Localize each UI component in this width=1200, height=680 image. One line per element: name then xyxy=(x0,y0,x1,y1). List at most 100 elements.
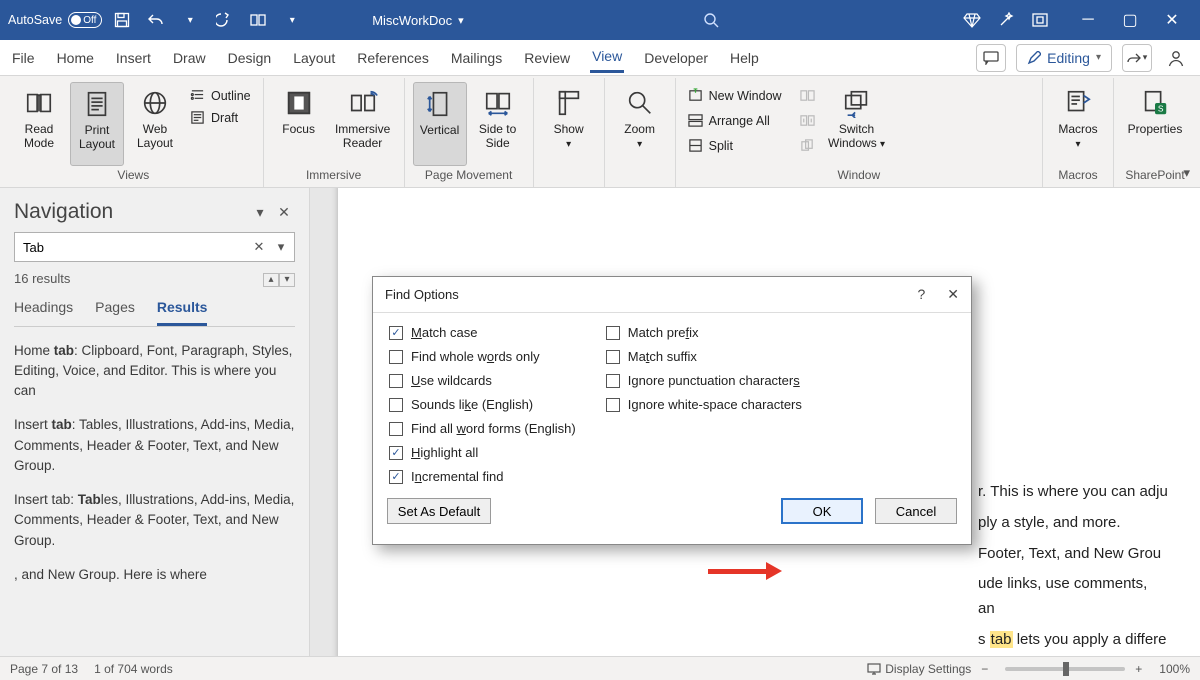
checkbox-label: Highlight all xyxy=(411,445,478,460)
search-box[interactable] xyxy=(541,7,881,33)
tab-developer[interactable]: Developer xyxy=(642,44,710,72)
share-button[interactable]: ▾ xyxy=(1122,44,1152,72)
checkbox-option[interactable]: Match suffix xyxy=(606,349,802,364)
checkbox-option[interactable]: ✓Incremental find xyxy=(389,469,576,484)
list-item[interactable]: Insert tab: Tables, Illustrations, Add-i… xyxy=(14,490,295,551)
minimize-icon[interactable]: ─ xyxy=(1068,6,1108,34)
find-options-dialog: Find Options ? ✕ ✓Match caseFind whole w… xyxy=(372,276,972,545)
dialog-help-icon[interactable]: ? xyxy=(917,286,925,303)
zoom-slider[interactable] xyxy=(1005,667,1125,671)
macros-button[interactable]: Macros▾ xyxy=(1051,82,1105,166)
checkbox-option[interactable]: Match prefix xyxy=(606,325,802,340)
collapse-ribbon-icon[interactable]: ▾ xyxy=(1183,165,1190,181)
nav-tab-results[interactable]: Results xyxy=(157,295,208,326)
focus-button[interactable]: Focus xyxy=(272,82,326,166)
side-to-side-button[interactable]: Side to Side xyxy=(471,82,525,166)
status-words[interactable]: 1 of 704 words xyxy=(94,662,173,676)
switch-windows-button[interactable]: Switch Windows ▾ xyxy=(823,82,891,166)
app-icon[interactable] xyxy=(1026,6,1054,34)
close-icon[interactable]: ✕ xyxy=(1152,6,1192,34)
document-title[interactable]: MiscWorkDoc ▾ xyxy=(372,13,463,28)
checkbox-option[interactable]: Find whole words only xyxy=(389,349,576,364)
draft-button[interactable]: Draft xyxy=(186,108,255,127)
split-button[interactable]: Split xyxy=(684,136,786,155)
nav-results-list: Home tab: Clipboard, Font, Paragraph, St… xyxy=(14,335,295,586)
nav-close-icon[interactable]: ✕ xyxy=(273,201,295,223)
result-count: 16 results xyxy=(14,271,70,286)
next-result-icon[interactable]: ▾ xyxy=(279,273,295,287)
show-button[interactable]: Show▾ xyxy=(542,82,596,166)
tab-references[interactable]: References xyxy=(355,44,431,72)
tab-view[interactable]: View xyxy=(590,42,624,73)
nav-tabs: Headings Pages Results xyxy=(14,295,295,327)
zoom-level[interactable]: 100% xyxy=(1159,662,1190,676)
account-icon[interactable] xyxy=(1162,44,1190,72)
arrange-all-button[interactable]: Arrange All xyxy=(684,111,786,130)
checkbox-option[interactable]: ✓Match case xyxy=(389,325,576,340)
search-dropdown-icon[interactable]: ▾ xyxy=(271,236,291,258)
redo-icon[interactable] xyxy=(210,6,238,34)
nav-search: ✕ ▾ xyxy=(14,232,295,262)
qat-icon[interactable] xyxy=(244,6,272,34)
checkbox-icon xyxy=(606,374,620,388)
nav-tab-pages[interactable]: Pages xyxy=(95,295,135,326)
tab-file[interactable]: File xyxy=(10,44,37,72)
read-mode-button[interactable]: Read Mode xyxy=(12,82,66,166)
checkbox-label: Find whole words only xyxy=(411,349,540,364)
checkbox-option[interactable]: Ignore punctuation characters xyxy=(606,373,802,388)
checkbox-icon xyxy=(389,422,403,436)
autosave-toggle[interactable]: AutoSave Off xyxy=(8,12,102,28)
checkbox-label: Sounds like (English) xyxy=(411,397,533,412)
nav-chevron-down-icon[interactable]: ▾ xyxy=(249,201,271,223)
tab-review[interactable]: Review xyxy=(522,44,572,72)
vertical-button[interactable]: Vertical xyxy=(413,82,467,166)
list-item[interactable]: , and New Group. Here is where xyxy=(14,565,295,585)
checkbox-option[interactable]: Find all word forms (English) xyxy=(389,421,576,436)
comments-button[interactable] xyxy=(976,44,1006,72)
dialog-close-icon[interactable]: ✕ xyxy=(947,286,959,303)
checkbox-option[interactable]: Ignore white-space characters xyxy=(606,397,802,412)
save-icon[interactable] xyxy=(108,6,136,34)
checkbox-option[interactable]: Use wildcards xyxy=(389,373,576,388)
qat-overflow-icon[interactable]: ▾ xyxy=(278,6,306,34)
checkbox-icon: ✓ xyxy=(389,446,403,460)
zoom-in-icon[interactable]: + xyxy=(1135,662,1149,676)
outline-button[interactable]: Outline xyxy=(186,86,255,105)
editing-mode-button[interactable]: Editing ▾ xyxy=(1016,44,1112,72)
checkbox-option[interactable]: Sounds like (English) xyxy=(389,397,576,412)
ok-button[interactable]: OK xyxy=(781,498,863,524)
immersive-reader-button[interactable]: Immersive Reader xyxy=(330,82,396,166)
wand-icon[interactable] xyxy=(992,6,1020,34)
tab-design[interactable]: Design xyxy=(226,44,274,72)
new-window-button[interactable]: New Window xyxy=(684,86,786,105)
list-item[interactable]: Insert tab: Tables, Illustrations, Add-i… xyxy=(14,415,295,476)
tab-help[interactable]: Help xyxy=(728,44,761,72)
list-item[interactable]: Home tab: Clipboard, Font, Paragraph, St… xyxy=(14,341,295,402)
checkbox-option[interactable]: ✓ Highlight all xyxy=(389,445,576,460)
nav-tab-headings[interactable]: Headings xyxy=(14,295,73,326)
checkbox-label: Match case xyxy=(411,325,478,340)
properties-button[interactable]: SProperties xyxy=(1122,82,1188,166)
zoom-out-icon[interactable]: − xyxy=(981,662,995,676)
checkbox-icon xyxy=(389,350,403,364)
tab-insert[interactable]: Insert xyxy=(114,44,153,72)
tab-layout[interactable]: Layout xyxy=(291,44,337,72)
diamond-icon[interactable] xyxy=(958,6,986,34)
statusbar: Page 7 of 13 1 of 704 words Display Sett… xyxy=(0,656,1200,680)
web-layout-button[interactable]: Web Layout xyxy=(128,82,182,166)
checkbox-label: Use wildcards xyxy=(411,373,492,388)
tab-home[interactable]: Home xyxy=(55,44,96,72)
undo-icon[interactable] xyxy=(142,6,170,34)
tab-mailings[interactable]: Mailings xyxy=(449,44,504,72)
cancel-button[interactable]: Cancel xyxy=(875,498,957,524)
prev-result-icon[interactable]: ▴ xyxy=(263,273,279,287)
print-layout-button[interactable]: Print Layout xyxy=(70,82,124,166)
status-page[interactable]: Page 7 of 13 xyxy=(10,662,78,676)
maximize-icon[interactable]: ▢ xyxy=(1110,6,1150,34)
zoom-button[interactable]: Zoom▾ xyxy=(613,82,667,166)
display-settings-button[interactable]: Display Settings xyxy=(867,662,971,676)
undo-dropdown-icon[interactable]: ▾ xyxy=(176,6,204,34)
set-as-default-button[interactable]: Set As Default xyxy=(387,498,491,524)
clear-search-icon[interactable]: ✕ xyxy=(249,236,269,258)
tab-draw[interactable]: Draw xyxy=(171,44,208,72)
